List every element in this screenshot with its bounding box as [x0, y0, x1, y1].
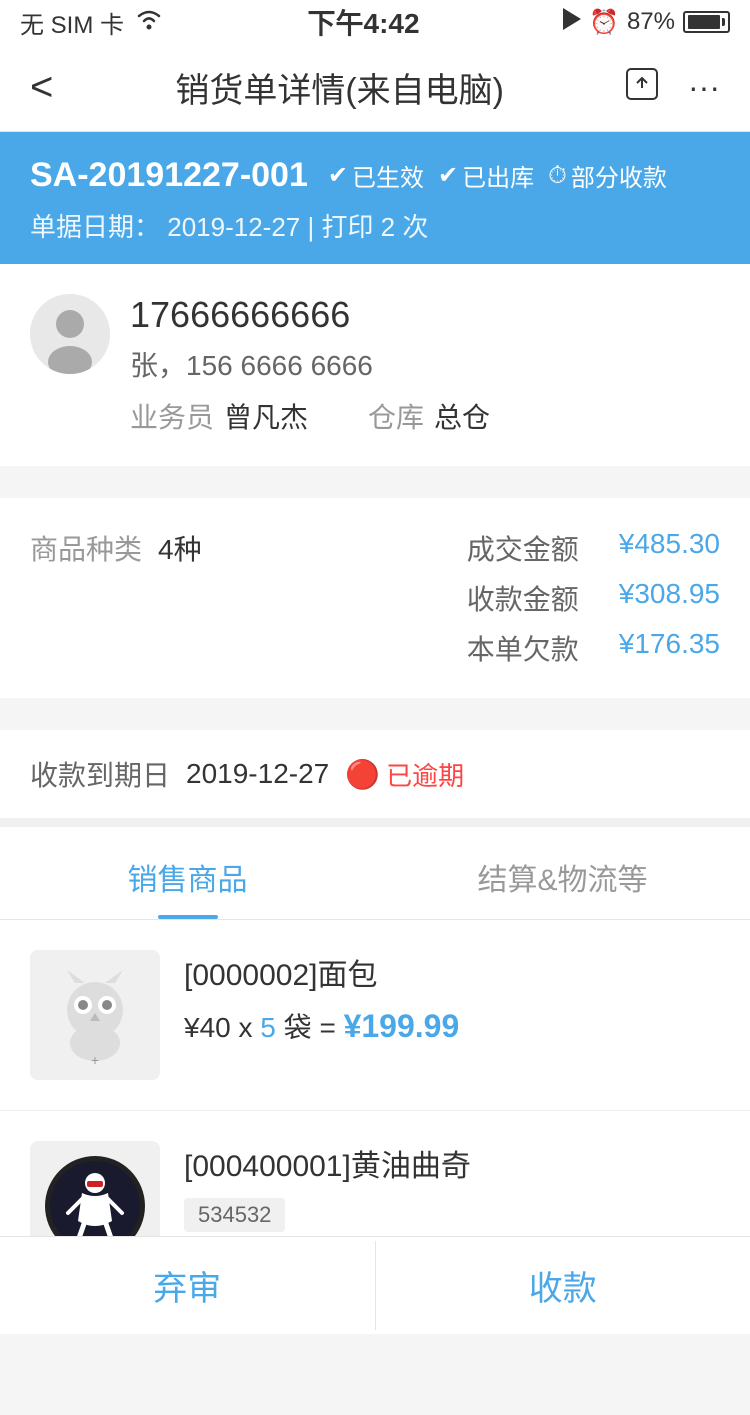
- tabs-bar: 销售商品 结算&物流等: [0, 827, 750, 920]
- warehouse-label: 仓库: [368, 396, 424, 436]
- tab-settlement-label: 结算&物流等: [477, 864, 647, 897]
- avatar-icon: [30, 294, 110, 374]
- tab-sales-products[interactable]: 销售商品: [0, 827, 375, 919]
- order-id: SA-20191227-001: [30, 156, 308, 195]
- tab-settlement[interactable]: 结算&物流等: [375, 827, 750, 919]
- status-time: 下午4:42: [308, 2, 420, 42]
- product-thumb-1: +: [30, 950, 160, 1080]
- deal-amount-row: 成交金额 ¥485.30: [467, 528, 720, 568]
- due-section: 收款到期日 2019-12-27 🔴 已逾期: [0, 730, 750, 819]
- svg-text:+: +: [91, 1052, 99, 1065]
- product-item: + [0000002]面包 ¥40 x 5 袋 = ¥199.99: [0, 920, 750, 1111]
- date-label: 单据日期：: [30, 212, 160, 242]
- product-price-1: ¥40: [184, 1012, 231, 1043]
- product-price-row-1: ¥40 x 5 袋 = ¥199.99: [184, 1006, 720, 1046]
- overdue-text: 已逾期: [386, 756, 464, 793]
- check-icon-1: ✔: [328, 161, 348, 190]
- separator-1: [0, 482, 750, 498]
- customer-id: 17666666666: [130, 294, 720, 336]
- status-partial-label: 部分收款: [571, 158, 667, 193]
- owing-amount-row: 本单欠款 ¥176.35: [467, 628, 720, 668]
- nav-actions: ···: [626, 68, 720, 108]
- print-info: | 打印 2 次: [307, 212, 428, 242]
- received-value: ¥308.95: [619, 578, 720, 618]
- product-code-2: [000400001]: [184, 1150, 351, 1183]
- product-types-label: 商品种类: [30, 528, 142, 568]
- order-date: 2019-12-27: [167, 212, 300, 242]
- order-date-row: 单据日期： 2019-12-27 | 打印 2 次: [30, 207, 720, 244]
- customer-info: 17666666666 张，156 6666 6666 业务员 曾凡杰 仓库 总…: [130, 294, 720, 436]
- status-badges: ✔ 已生效 ✔ 已出库 ⏱ 部分收款: [328, 158, 667, 193]
- nav-bar: < 销货单详情(来自电脑) ···: [0, 44, 750, 132]
- owing-label: 本单欠款: [467, 628, 579, 668]
- status-right: ⏰ 87%: [563, 8, 730, 37]
- status-badge-partial: ⏱ 部分收款: [548, 158, 667, 193]
- status-shipped-label: 已出库: [462, 158, 534, 193]
- stats-row: 商品种类 4种 成交金额 ¥485.30 收款金额 ¥308.95 本单欠款 ¥…: [30, 528, 720, 668]
- product-total-1: ¥199.99: [344, 1008, 460, 1044]
- cancel-button[interactable]: 弃审: [0, 1241, 376, 1330]
- carrier-text: 无 SIM 卡: [20, 5, 124, 40]
- customer-detail: 业务员 曾凡杰 仓库 总仓: [130, 396, 720, 436]
- customer-name-phone: 张，156 6666 6666: [130, 344, 720, 384]
- check-icon-2: ✔: [438, 161, 458, 190]
- wifi-icon: [134, 8, 164, 37]
- status-badge-shipped: ✔ 已出库: [438, 158, 534, 193]
- product-title-2: 黄油曲奇: [351, 1150, 471, 1183]
- deal-amount-value: ¥485.30: [619, 528, 720, 568]
- stats-section: 商品种类 4种 成交金额 ¥485.30 收款金额 ¥308.95 本单欠款 ¥…: [0, 498, 750, 698]
- product-types-value: 4种: [158, 528, 202, 568]
- due-date: 2019-12-27: [186, 758, 329, 790]
- bottom-bar: 弃审 收款: [0, 1236, 750, 1334]
- status-bar: 无 SIM 卡 下午4:42 ⏰ 87%: [0, 0, 750, 44]
- battery-text: 87%: [627, 8, 675, 36]
- status-badge-active: ✔ 已生效: [328, 158, 424, 193]
- clock-icon: ⏱: [548, 162, 567, 190]
- product-name-1: [0000002]面包: [184, 950, 720, 994]
- confirm-button[interactable]: 收款: [376, 1241, 750, 1330]
- location-icon: [563, 8, 581, 37]
- overdue-badge: 🔴 已逾期: [345, 756, 464, 793]
- price-eq-1: =: [319, 1012, 343, 1043]
- financial-stats: 成交金额 ¥485.30 收款金额 ¥308.95 本单欠款 ¥176.35: [467, 528, 720, 668]
- warehouse-item: 仓库 总仓: [368, 396, 490, 436]
- back-button[interactable]: <: [30, 65, 53, 110]
- product-code-1: [0000002]: [184, 959, 317, 992]
- more-icon[interactable]: ···: [688, 69, 720, 106]
- deal-amount-label: 成交金额: [467, 528, 579, 568]
- tab-active-indicator: [158, 915, 218, 919]
- received-label: 收款金额: [467, 578, 579, 618]
- product-title-1: 面包: [317, 959, 377, 992]
- product-unit-1: 袋: [284, 1012, 312, 1043]
- status-left: 无 SIM 卡: [20, 5, 164, 40]
- overdue-icon: 🔴: [345, 758, 380, 791]
- product-qty-1: 5: [260, 1012, 276, 1043]
- product-type-info: 商品种类 4种: [30, 528, 202, 568]
- product-tag-2: 534532: [184, 1198, 285, 1232]
- product-image-1: +: [45, 965, 145, 1065]
- avatar: [30, 294, 110, 374]
- price-x-1: x: [239, 1012, 261, 1043]
- warehouse-value: 总仓: [434, 396, 490, 436]
- product-name-2: [000400001]黄油曲奇: [184, 1141, 720, 1185]
- owing-value: ¥176.35: [619, 628, 720, 668]
- salesperson-value: 曾凡杰: [224, 396, 308, 436]
- customer-section: 17666666666 张，156 6666 6666 业务员 曾凡杰 仓库 总…: [0, 264, 750, 466]
- salesperson-label: 业务员: [130, 396, 214, 436]
- order-header: SA-20191227-001 ✔ 已生效 ✔ 已出库 ⏱ 部分收款 单据日期：…: [0, 132, 750, 264]
- salesperson-item: 业务员 曾凡杰: [130, 396, 308, 436]
- status-active-label: 已生效: [352, 158, 424, 193]
- product-info-1: [0000002]面包 ¥40 x 5 袋 = ¥199.99: [184, 950, 720, 1046]
- page-title: 销货单详情(来自电脑): [175, 63, 504, 112]
- battery-icon: [683, 11, 730, 33]
- alarm-icon: ⏰: [589, 8, 619, 37]
- due-label: 收款到期日: [30, 754, 170, 794]
- received-amount-row: 收款金额 ¥308.95: [467, 578, 720, 618]
- separator-2: [0, 714, 750, 730]
- tab-sales-label: 销售商品: [128, 864, 248, 897]
- share-icon[interactable]: [626, 68, 658, 108]
